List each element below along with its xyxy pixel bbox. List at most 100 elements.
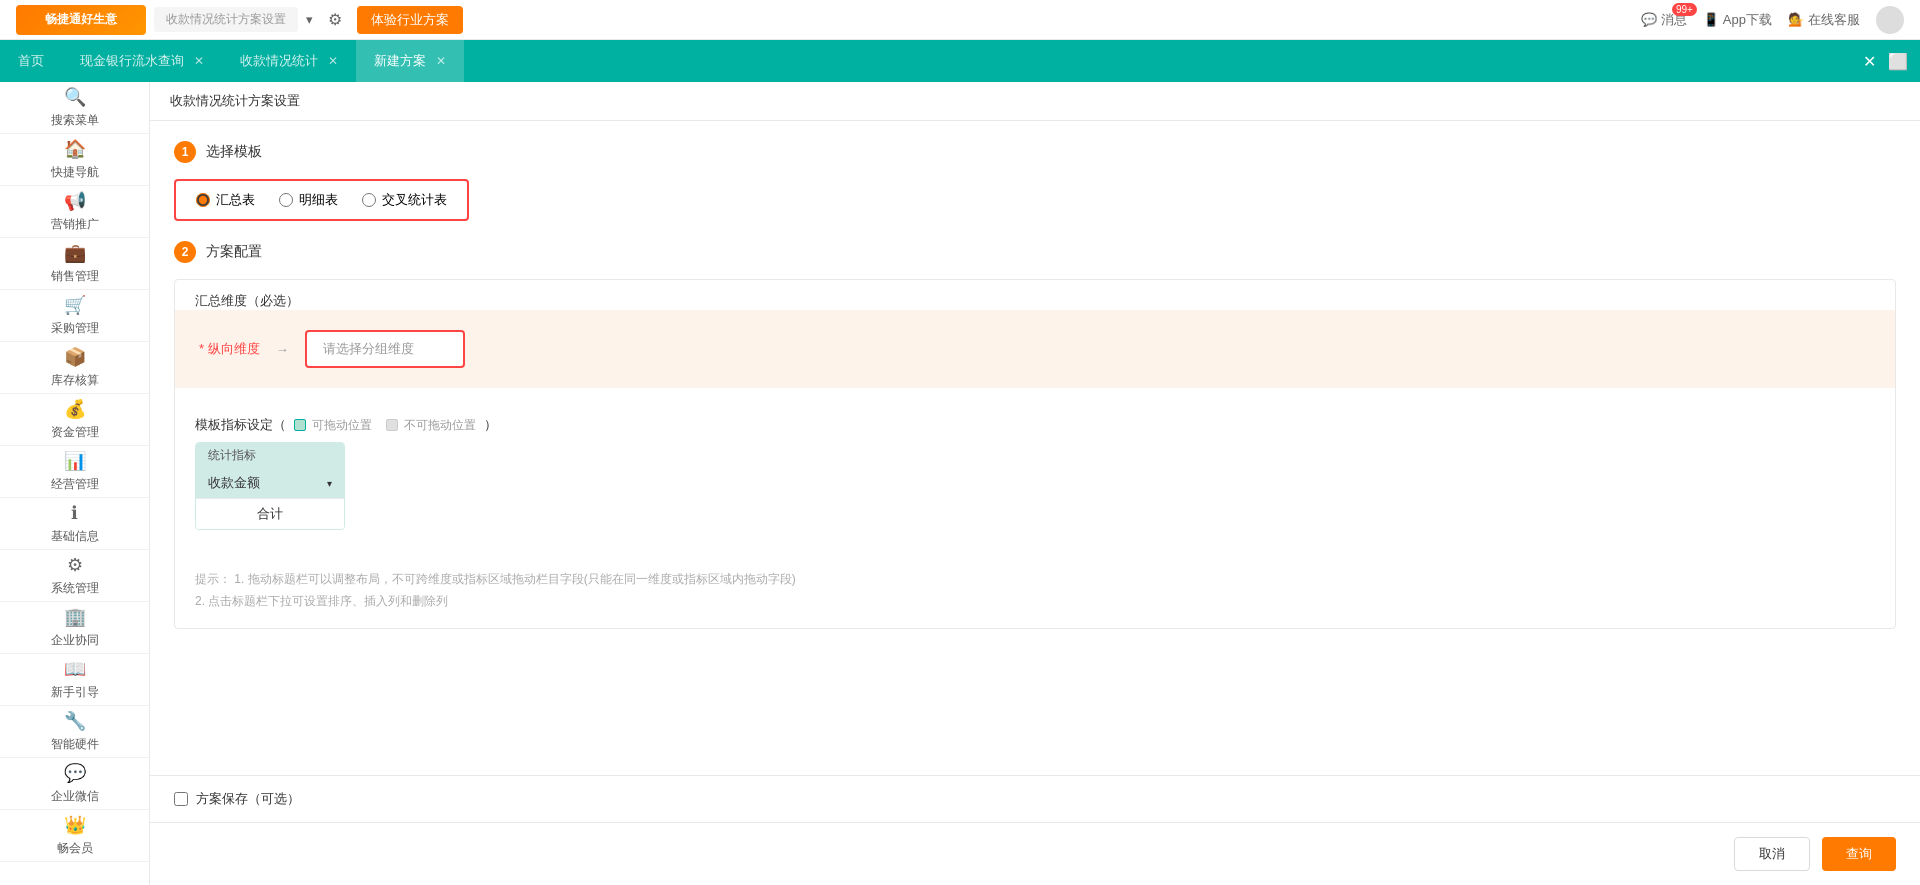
main-layout: 🔍 搜索菜单 🏠 快捷导航 📢 营销推广 💼 销售管理 🛒 采购管理 📦 库存核… bbox=[0, 82, 1920, 885]
radio-mingxi[interactable]: 明细表 bbox=[279, 191, 338, 209]
tab-cash-close-icon[interactable]: ✕ bbox=[194, 54, 204, 68]
stats-total-row: 合计 bbox=[196, 498, 344, 529]
tab-new-plan-close-icon[interactable]: ✕ bbox=[436, 54, 446, 68]
service-icon-item[interactable]: 💁 在线客服 bbox=[1788, 11, 1860, 29]
radio-jiaocha-label: 交叉统计表 bbox=[382, 191, 447, 209]
cancel-button[interactable]: 取消 bbox=[1734, 837, 1810, 871]
sidebar-label-corp: 企业协同 bbox=[51, 632, 99, 649]
sidebar-item-finance[interactable]: 💰 资金管理 bbox=[0, 394, 149, 446]
step1-header: 1 选择模板 bbox=[174, 141, 1896, 163]
sidebar-item-inventory[interactable]: 📦 库存核算 bbox=[0, 342, 149, 394]
message-icon-item[interactable]: 💬 消息 99+ bbox=[1641, 11, 1687, 29]
message-icon: 💬 bbox=[1641, 12, 1657, 27]
tab-home[interactable]: 首页 bbox=[0, 40, 62, 82]
maximize-icon[interactable]: ⬜ bbox=[1884, 48, 1912, 75]
header-left: 畅捷通好生意 收款情况统计方案设置 ▾ ⚙ 体验行业方案 bbox=[16, 5, 463, 35]
tab-receipt-stats[interactable]: 收款情况统计 ✕ bbox=[222, 40, 356, 82]
radio-huizong-label: 汇总表 bbox=[216, 191, 255, 209]
system-icon: ⚙ bbox=[67, 554, 83, 576]
step1-title: 选择模板 bbox=[206, 143, 262, 161]
dimension-select[interactable]: 请选择分组维度 bbox=[305, 330, 465, 368]
step2-number: 2 bbox=[174, 241, 196, 263]
close-window-icon[interactable]: ✕ bbox=[1859, 48, 1880, 75]
bottom-section: 方案保存（可选） bbox=[150, 775, 1920, 822]
sidebar-label-sales: 销售管理 bbox=[51, 268, 99, 285]
indicators-label-end: ） bbox=[484, 416, 497, 434]
tips-section: 提示： 1. 拖动标题栏可以调整布局，不可跨维度或指标区域拖动栏目字段(只能在同… bbox=[175, 553, 1895, 628]
step2-section: 2 方案配置 汇总维度（必选） * 纵向维度 → 请选择分组维度 bbox=[174, 241, 1896, 629]
sidebar-item-guide[interactable]: 📖 新手引导 bbox=[0, 654, 149, 706]
service-icon: 💁 bbox=[1788, 12, 1804, 27]
sidebar-item-search[interactable]: 🔍 搜索菜单 bbox=[0, 82, 149, 134]
sidebar-label-wechat: 企业微信 bbox=[51, 788, 99, 805]
form-area: 1 选择模板 汇总表 明细表 交叉统计表 bbox=[150, 121, 1920, 775]
query-button[interactable]: 查询 bbox=[1822, 837, 1896, 871]
tab-home-label: 首页 bbox=[18, 52, 44, 70]
radio-huizong[interactable]: 汇总表 bbox=[196, 191, 255, 209]
sidebar-item-member[interactable]: 👑 畅会员 bbox=[0, 810, 149, 862]
save-option[interactable]: 方案保存（可选） bbox=[174, 790, 1896, 808]
page-title-bar: 收款情况统计方案设置 bbox=[150, 82, 1920, 121]
radio-huizong-input[interactable] bbox=[196, 193, 210, 207]
radio-mingxi-input[interactable] bbox=[279, 193, 293, 207]
sidebar-item-marketing[interactable]: 📢 营销推广 bbox=[0, 186, 149, 238]
sidebar-item-purchase[interactable]: 🛒 采购管理 bbox=[0, 290, 149, 342]
fixed-label: 不可拖动位置 bbox=[404, 417, 476, 434]
message-badge: 99+ bbox=[1672, 3, 1697, 16]
sidebar-item-sales[interactable]: 💼 销售管理 bbox=[0, 238, 149, 290]
guide-icon: 📖 bbox=[64, 658, 86, 680]
sidebar-item-basic[interactable]: ℹ 基础信息 bbox=[0, 498, 149, 550]
service-label: 在线客服 bbox=[1808, 11, 1860, 29]
page-title: 收款情况统计方案设置 bbox=[170, 93, 300, 108]
dropdown-chevron-icon[interactable]: ▾ bbox=[327, 478, 332, 489]
download-icon: 📱 bbox=[1703, 12, 1719, 27]
header: 畅捷通好生意 收款情况统计方案设置 ▾ ⚙ 体验行业方案 💬 消息 99+ 📱 … bbox=[0, 0, 1920, 40]
sidebar-label-member: 畅会员 bbox=[57, 840, 93, 857]
download-icon-item[interactable]: 📱 App下载 bbox=[1703, 11, 1772, 29]
member-icon: 👑 bbox=[64, 814, 86, 836]
radio-jiaocha-input[interactable] bbox=[362, 193, 376, 207]
sidebar-item-nav[interactable]: 🏠 快捷导航 bbox=[0, 134, 149, 186]
tab-cash-label: 现金银行流水查询 bbox=[80, 52, 184, 70]
sidebar-label-hardware: 智能硬件 bbox=[51, 736, 99, 753]
radio-jiaocha[interactable]: 交叉统计表 bbox=[362, 191, 447, 209]
footer-buttons: 取消 查询 bbox=[150, 822, 1920, 885]
step2-title: 方案配置 bbox=[206, 243, 262, 261]
settings-gear-icon[interactable]: ⚙ bbox=[321, 6, 349, 34]
user-avatar[interactable] bbox=[1876, 6, 1904, 34]
indicators-label: 模板指标设定（ bbox=[195, 416, 286, 434]
basic-icon: ℹ bbox=[71, 502, 78, 524]
save-label: 方案保存（可选） bbox=[196, 790, 300, 808]
total-label: 合计 bbox=[257, 506, 283, 521]
logo-text: 畅捷通好生意 bbox=[45, 11, 117, 28]
trial-button[interactable]: 体验行业方案 bbox=[357, 6, 463, 34]
stats-table-header: 统计指标 bbox=[196, 443, 344, 468]
sidebar-label-basic: 基础信息 bbox=[51, 528, 99, 545]
tab-new-plan[interactable]: 新建方案 ✕ bbox=[356, 40, 464, 82]
save-checkbox[interactable] bbox=[174, 792, 188, 806]
finance-icon: 💰 bbox=[64, 398, 86, 420]
sidebar-item-wechat[interactable]: 💬 企业微信 bbox=[0, 758, 149, 810]
tab-new-plan-label: 新建方案 bbox=[374, 52, 426, 70]
breadcrumb-dropdown[interactable]: ▾ bbox=[306, 12, 313, 27]
sidebar-item-hardware[interactable]: 🔧 智能硬件 bbox=[0, 706, 149, 758]
tab-receipt-close-icon[interactable]: ✕ bbox=[328, 54, 338, 68]
step1-number: 1 bbox=[174, 141, 196, 163]
sidebar-label-finance: 资金管理 bbox=[51, 424, 99, 441]
tip-line2: 2. 点击标题栏下拉可设置排序、插入列和删除列 bbox=[195, 591, 1875, 613]
dimension-placeholder: 请选择分组维度 bbox=[323, 341, 414, 356]
drag-hint: 可拖动位置 不可拖动位置 bbox=[294, 417, 476, 434]
header-right: 💬 消息 99+ 📱 App下载 💁 在线客服 bbox=[1641, 6, 1904, 34]
tab-cash-query[interactable]: 现金银行流水查询 ✕ bbox=[62, 40, 222, 82]
sidebar-label-marketing: 营销推广 bbox=[51, 216, 99, 233]
home-icon: 🏠 bbox=[64, 138, 86, 160]
sidebar-item-corp[interactable]: 🏢 企业协同 bbox=[0, 602, 149, 654]
hardware-icon: 🔧 bbox=[64, 710, 86, 732]
sidebar-item-management[interactable]: 📊 经营管理 bbox=[0, 446, 149, 498]
vertical-label: * 纵向维度 bbox=[199, 340, 260, 358]
sidebar-item-system[interactable]: ⚙ 系统管理 bbox=[0, 550, 149, 602]
marketing-icon: 📢 bbox=[64, 190, 86, 212]
sidebar-label-search: 搜索菜单 bbox=[51, 112, 99, 129]
movable-dot bbox=[294, 419, 306, 431]
column-header-cell: 收款金额 ▾ bbox=[196, 468, 344, 498]
